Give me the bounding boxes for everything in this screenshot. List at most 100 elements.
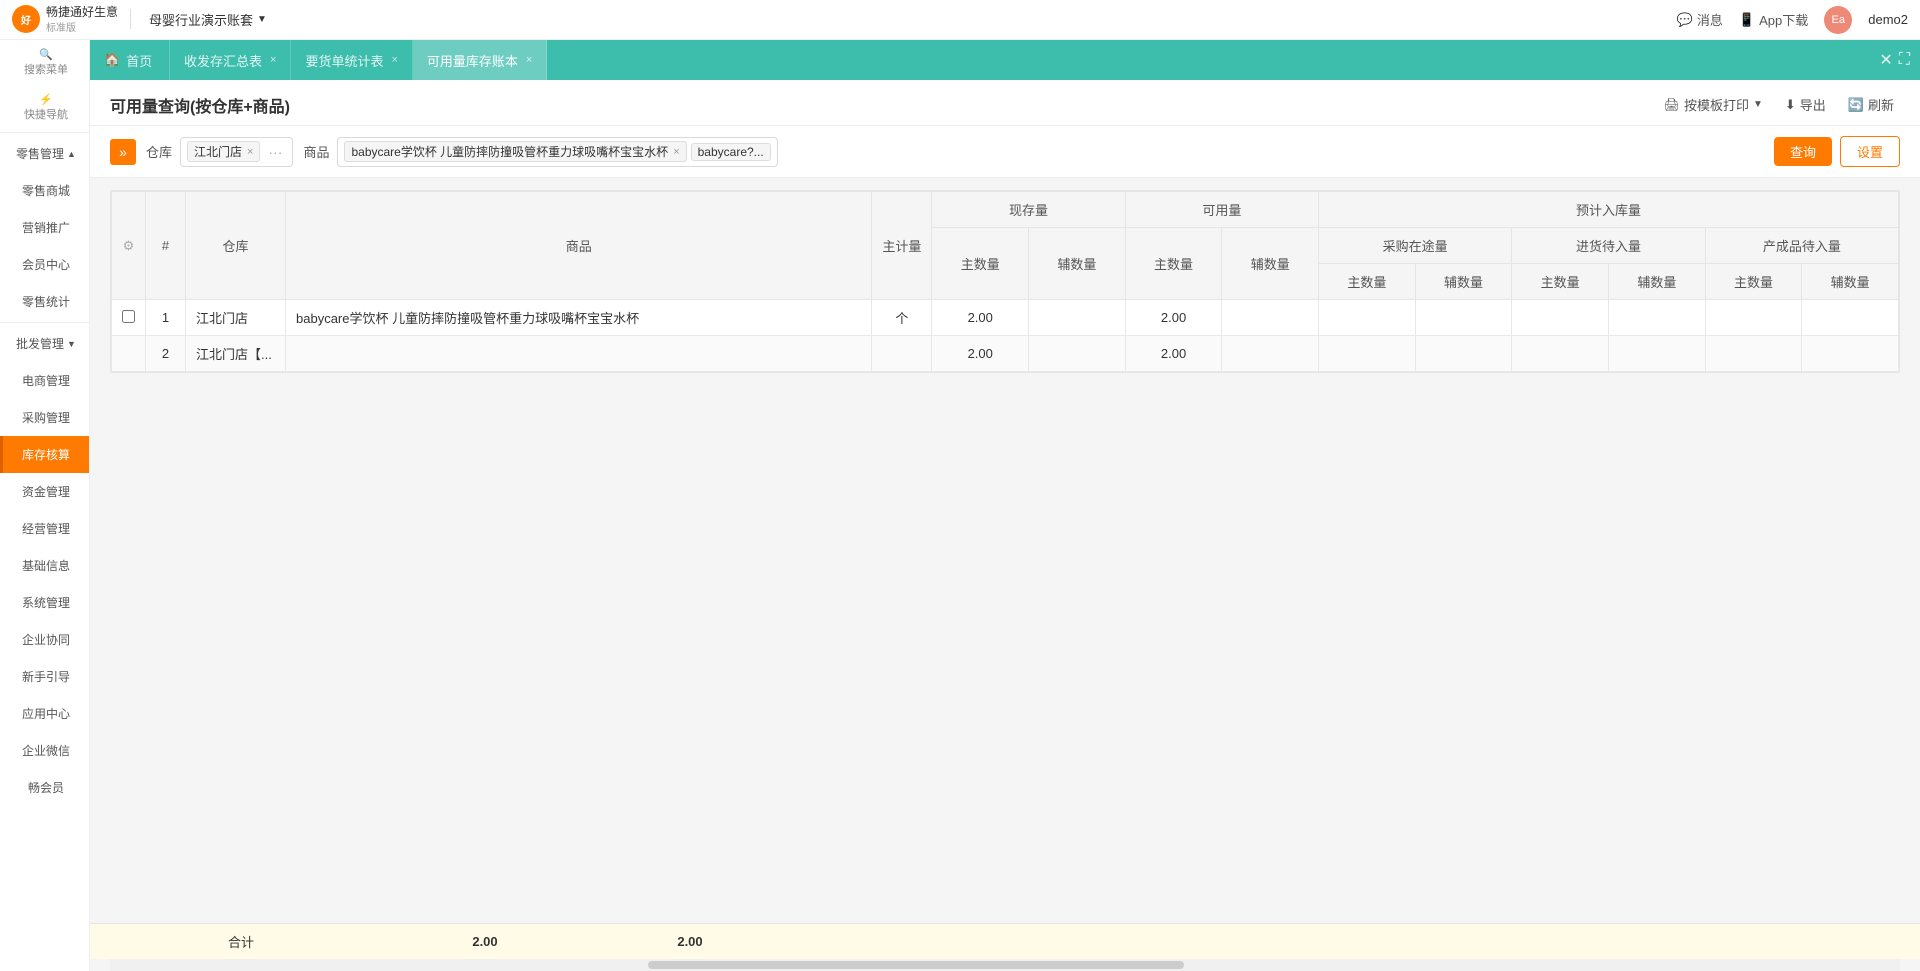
close-tab-available-stock[interactable]: × [526, 54, 532, 66]
export-label: 导出 [1800, 95, 1826, 114]
row2-select[interactable] [112, 336, 146, 372]
th-production-pending: 产成品待入量 [1705, 228, 1898, 264]
sidebar-item-retail-store[interactable]: 零售商城 [0, 172, 89, 209]
warehouse-tag-container[interactable]: 江北门店 × ··· [180, 137, 293, 167]
product-tag-container[interactable]: babycare学饮杯 儿童防摔防撞吸管杯重力球吸嘴杯宝宝水杯 × babyca… [337, 137, 777, 167]
sidebar-label-retail-store: 零售商城 [22, 184, 70, 198]
sidebar-item-new-guide[interactable]: 新手引导 [0, 658, 89, 695]
top-bar: 好 畅捷通好生意 标准版 母婴行业演示账套 ▼ 💬 消息 📱 App下载 Ea … [0, 0, 1920, 40]
page-header: 可用量查询(按仓库+商品) 🖨 按模板打印 ▼ ⬇ 导出 🔄 刷新 [90, 80, 1920, 126]
sidebar-item-member[interactable]: 会员中心 [0, 246, 89, 283]
avatar[interactable]: Ea [1824, 6, 1852, 34]
sidebar-item-basics[interactable]: 基础信息 [0, 547, 89, 584]
message-icon: 💬 [1677, 12, 1693, 28]
remove-product-tag-1[interactable]: × [673, 146, 679, 158]
th-settings[interactable]: ⚙ [112, 192, 146, 300]
remove-warehouse-tag[interactable]: × [247, 146, 253, 158]
sidebar-item-operations[interactable]: 经营管理 [0, 510, 89, 547]
nav-icon: ⚡ [39, 94, 53, 106]
warehouse-ellipsis[interactable]: ··· [264, 144, 286, 160]
sidebar-item-wholesale[interactable]: 批发管理 ▼ [0, 325, 89, 362]
th-purchase-transit: 采购在途量 [1319, 228, 1512, 264]
sidebar-item-quick-nav[interactable]: ⚡ 快捷导航 [0, 85, 89, 130]
message-button[interactable]: 💬 消息 [1677, 10, 1723, 29]
th-incoming-aux: 辅数量 [1609, 264, 1706, 300]
row2-prod-aux [1802, 336, 1899, 372]
sidebar-item-inventory[interactable]: 库存核算 [0, 436, 89, 473]
row2-current-main: 2.00 [932, 336, 1029, 372]
sidebar-divider-2 [0, 322, 89, 323]
row2-product [286, 336, 872, 372]
row2-incoming-aux [1609, 336, 1706, 372]
top-bar-left: 好 畅捷通好生意 标准版 母婴行业演示账套 ▼ [12, 5, 273, 34]
th-available-main: 主数量 [1125, 228, 1222, 300]
row2-unit [872, 336, 932, 372]
sidebar-item-app-center[interactable]: 应用中心 [0, 695, 89, 732]
product-tag-1-value: babycare学饮杯 儿童防摔防撞吸管杯重力球吸嘴杯宝宝水杯 [351, 143, 668, 160]
top-bar-divider [130, 9, 131, 29]
sidebar-item-finance[interactable]: 资金管理 [0, 473, 89, 510]
sidebar-label-retail-mgmt: 零售管理 [16, 145, 64, 162]
logo-area: 好 畅捷通好生意 标准版 [12, 5, 118, 34]
close-all-tabs-button[interactable]: ✕ [1879, 50, 1892, 70]
main-content: 🏠 首页 收发存汇总表 × 要货单统计表 × 可用量库存账本 × ✕ ⛶ 可用量… [90, 40, 1920, 971]
export-icon: ⬇ [1785, 97, 1796, 113]
sidebar-item-search-menu[interactable]: 🔍 搜索菜单 [0, 40, 89, 85]
table-footer: 合计 2.00 2.00 [90, 923, 1920, 959]
horizontal-scrollbar[interactable] [110, 959, 1900, 971]
scrollbar-thumb[interactable] [648, 961, 1184, 969]
sidebar-item-vip[interactable]: 畅会员 [0, 769, 89, 806]
th-planned-in: 预计入库量 [1319, 192, 1899, 228]
app-download-label: App下载 [1759, 10, 1808, 29]
th-no: # [146, 192, 186, 300]
row1-warehouse: 江北门店 [186, 300, 286, 336]
settings-button[interactable]: 设置 [1840, 136, 1900, 167]
row1-purchase-aux [1415, 300, 1512, 336]
row2-purchase-aux [1415, 336, 1512, 372]
close-tab-order-stat[interactable]: × [391, 54, 397, 66]
th-current-stock: 现存量 [932, 192, 1125, 228]
table-settings-icon[interactable]: ⚙ [123, 238, 135, 253]
sidebar-item-retail-stat[interactable]: 零售统计 [0, 283, 89, 320]
refresh-button[interactable]: 🔄 刷新 [1842, 92, 1900, 117]
industry-select[interactable]: 母婴行业演示账套 ▼ [143, 8, 273, 31]
row1-prod-main [1705, 300, 1802, 336]
sidebar-item-marketing[interactable]: 营销推广 [0, 209, 89, 246]
sidebar-item-purchase[interactable]: 采购管理 [0, 399, 89, 436]
sidebar-item-enterprise[interactable]: 企业协同 [0, 621, 89, 658]
tab-receipts[interactable]: 收发存汇总表 × [170, 40, 291, 80]
sidebar-label-wholesale: 批发管理 [16, 335, 64, 352]
row2-warehouse: 江北门店【... [186, 336, 286, 372]
row1-checkbox[interactable] [122, 310, 135, 323]
user-name[interactable]: demo2 [1868, 12, 1908, 27]
row1-select[interactable] [112, 300, 146, 336]
row1-prod-aux [1802, 300, 1899, 336]
chevron-down-icon-3: ▼ [1753, 99, 1763, 110]
query-button[interactable]: 查询 [1774, 137, 1832, 166]
logo-text: 畅捷通好生意 [46, 5, 118, 19]
tab-available-stock[interactable]: 可用量库存账本 × [413, 40, 547, 80]
chevron-icon: ▲ [67, 149, 76, 159]
product-tag-2: babycare?... [691, 143, 771, 161]
app-download-button[interactable]: 📱 App下载 [1739, 10, 1808, 29]
warehouse-filter: 仓库 江北门店 × ··· [146, 137, 293, 167]
th-production-aux: 辅数量 [1802, 264, 1899, 300]
tab-available-stock-label: 可用量库存账本 [427, 51, 518, 70]
row1-current-aux [1029, 300, 1126, 336]
sidebar-item-ecommerce[interactable]: 电商管理 [0, 362, 89, 399]
close-tab-receipts[interactable]: × [270, 54, 276, 66]
sidebar-label-enterprise-wechat: 企业微信 [22, 744, 70, 758]
avatar-initials: Ea [1832, 14, 1845, 26]
th-current-aux: 辅数量 [1029, 228, 1126, 300]
export-button[interactable]: ⬇ 导出 [1779, 92, 1832, 117]
fullscreen-button[interactable]: ⛶ [1899, 51, 1910, 69]
tab-order-stat[interactable]: 要货单统计表 × [291, 40, 412, 80]
sidebar-item-retail-mgmt[interactable]: 零售管理 ▲ [0, 135, 89, 172]
row1-no: 1 [146, 300, 186, 336]
template-print-button[interactable]: 🖨 按模板打印 ▼ [1657, 92, 1768, 117]
sidebar-item-enterprise-wechat[interactable]: 企业微信 [0, 732, 89, 769]
sidebar-label-basics: 基础信息 [22, 559, 70, 573]
sidebar-item-system[interactable]: 系统管理 [0, 584, 89, 621]
filter-toggle-button[interactable]: » [110, 139, 136, 165]
tab-home[interactable]: 🏠 首页 [90, 40, 170, 80]
